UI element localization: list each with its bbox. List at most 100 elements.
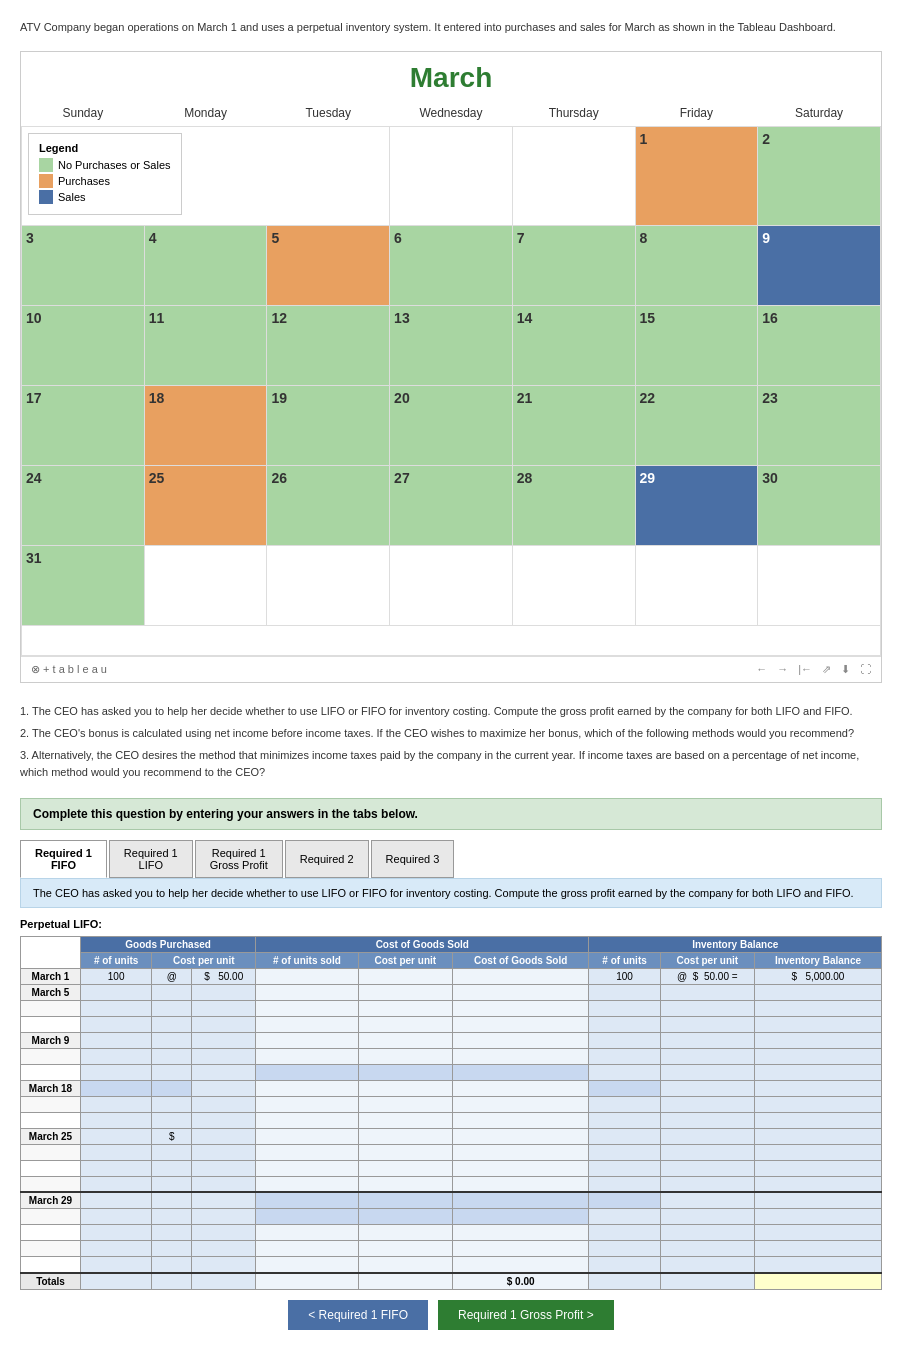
totals-cpu[interactable] — [358, 1273, 452, 1290]
input-m5-2-cpu[interactable] — [358, 1000, 452, 1016]
nav-next-button[interactable]: Required 1 Gross Profit > — [438, 1300, 614, 1330]
input-m29-4-cpu[interactable] — [358, 1241, 452, 1257]
input-m29-1-iu[interactable] — [589, 1192, 660, 1209]
input-m29-5-units[interactable] — [81, 1257, 152, 1273]
input-m25-2-ib[interactable] — [754, 1144, 881, 1160]
input-m18-1-ib[interactable] — [754, 1080, 881, 1096]
input-m25-3-cost[interactable] — [192, 1160, 256, 1176]
input-m18-2-iu[interactable] — [589, 1096, 660, 1112]
input-m18-2-ic[interactable] — [660, 1096, 754, 1112]
input-m29-2-ic[interactable] — [660, 1209, 754, 1225]
input-m29-2-ib[interactable] — [754, 1209, 881, 1225]
input-m18-3-ic[interactable] — [660, 1112, 754, 1128]
input-m25-1-iu[interactable] — [589, 1128, 660, 1144]
input-m18-3-us[interactable] — [256, 1112, 358, 1128]
input-m25-4-cogs[interactable] — [452, 1176, 589, 1192]
input-m18-3-cogs[interactable] — [452, 1112, 589, 1128]
input-m5-3-cpu[interactable] — [358, 1016, 452, 1032]
input-m25-2-us[interactable] — [256, 1144, 358, 1160]
tab-required1-gross-profit[interactable]: Required 1Gross Profit — [195, 840, 283, 878]
input-m25-1-ic[interactable] — [660, 1128, 754, 1144]
input-m18-2-cost[interactable] — [192, 1096, 256, 1112]
input-m9-3-cpu[interactable] — [358, 1064, 452, 1080]
nav-prev-button[interactable]: < Required 1 FIFO — [288, 1300, 428, 1330]
input-m9-2-us[interactable] — [256, 1048, 358, 1064]
input-m29-4-ic[interactable] — [660, 1241, 754, 1257]
input-m9-3-cost[interactable] — [192, 1064, 256, 1080]
input-m29-1-cost[interactable] — [192, 1192, 256, 1209]
input-m29-3-ic[interactable] — [660, 1225, 754, 1241]
input-m25-4-us[interactable] — [256, 1176, 358, 1192]
input-m5-1-ib[interactable] — [754, 984, 881, 1000]
input-m5-3-ib[interactable] — [754, 1016, 881, 1032]
input-m9-2-cpu[interactable] — [358, 1048, 452, 1064]
input-m9-1-cogs[interactable] — [452, 1032, 589, 1048]
tab-required1-fifo[interactable]: Required 1FIFO — [20, 840, 107, 878]
input-m29-5-ib[interactable] — [754, 1257, 881, 1273]
input-m9-1-units[interactable] — [81, 1032, 152, 1048]
input-m9-2-cost[interactable] — [192, 1048, 256, 1064]
input-march1-cost[interactable]: $ 50.00 — [192, 968, 256, 984]
input-m18-2-cogs[interactable] — [452, 1096, 589, 1112]
input-m25-1-units[interactable] — [81, 1128, 152, 1144]
input-m9-1-us[interactable] — [256, 1032, 358, 1048]
input-m5-1-ic[interactable] — [660, 984, 754, 1000]
input-march1-cost2[interactable] — [358, 968, 452, 984]
input-m5-3-cost[interactable] — [192, 1016, 256, 1032]
nav-forward-icon[interactable]: → — [777, 663, 788, 676]
input-m5-2-ib[interactable] — [754, 1000, 881, 1016]
input-m9-3-cogs[interactable] — [452, 1064, 589, 1080]
input-m29-3-us[interactable] — [256, 1225, 358, 1241]
input-m18-1-iu[interactable] — [589, 1080, 660, 1096]
nav-download-icon[interactable]: ⬇ — [841, 663, 850, 676]
input-m29-2-cost[interactable] — [192, 1209, 256, 1225]
input-m18-2-units[interactable] — [81, 1096, 152, 1112]
input-m29-1-cpu[interactable] — [358, 1192, 452, 1209]
input-march1-cogs[interactable] — [452, 968, 589, 984]
nav-fullscreen-icon[interactable]: ⛶ — [860, 663, 871, 676]
input-m25-2-units[interactable] — [81, 1144, 152, 1160]
tab-required2[interactable]: Required 2 — [285, 840, 369, 878]
input-m9-2-ic[interactable] — [660, 1048, 754, 1064]
totals-cogs[interactable]: $ 0.00 — [452, 1273, 589, 1290]
input-m9-3-us[interactable] — [256, 1064, 358, 1080]
input-m9-1-ic[interactable] — [660, 1032, 754, 1048]
input-m18-1-us[interactable] — [256, 1080, 358, 1096]
input-m29-2-units[interactable] — [81, 1209, 152, 1225]
input-m18-3-units[interactable] — [81, 1112, 152, 1128]
input-m25-1-cost[interactable] — [192, 1128, 256, 1144]
nav-first-icon[interactable]: |← — [798, 663, 812, 676]
input-m9-2-ib[interactable] — [754, 1048, 881, 1064]
nav-share-icon[interactable]: ⇗ — [822, 663, 831, 676]
input-m5-1-units[interactable] — [81, 984, 152, 1000]
input-m25-2-iu[interactable] — [589, 1144, 660, 1160]
input-m29-4-units[interactable] — [81, 1241, 152, 1257]
input-m5-3-cogs[interactable] — [452, 1016, 589, 1032]
input-m18-1-units[interactable] — [81, 1080, 152, 1096]
input-m5-2-us[interactable] — [256, 1000, 358, 1016]
input-m9-1-cost[interactable] — [192, 1032, 256, 1048]
input-m29-3-cogs[interactable] — [452, 1225, 589, 1241]
input-m18-2-ib[interactable] — [754, 1096, 881, 1112]
input-m25-4-units[interactable] — [81, 1176, 152, 1192]
totals-inv-balance[interactable] — [754, 1273, 881, 1290]
input-m29-5-cpu[interactable] — [358, 1257, 452, 1273]
input-m5-1-cogs[interactable] — [452, 984, 589, 1000]
tabs-row[interactable]: Required 1FIFO Required 1LIFO Required 1… — [20, 840, 882, 878]
input-m5-1-us[interactable] — [256, 984, 358, 1000]
input-m29-5-ic[interactable] — [660, 1257, 754, 1273]
input-m29-1-ib[interactable] — [754, 1192, 881, 1209]
input-m9-3-units[interactable] — [81, 1064, 152, 1080]
nav-back-icon[interactable]: ← — [756, 663, 767, 676]
input-m18-1-cpu[interactable] — [358, 1080, 452, 1096]
input-m9-3-ic[interactable] — [660, 1064, 754, 1080]
input-m25-4-ib[interactable] — [754, 1176, 881, 1192]
input-m29-2-cogs[interactable] — [452, 1209, 589, 1225]
input-m5-2-ic[interactable] — [660, 1000, 754, 1016]
input-m9-2-cogs[interactable] — [452, 1048, 589, 1064]
input-m25-3-cogs[interactable] — [452, 1160, 589, 1176]
tableau-nav[interactable]: ← → |← ⇗ ⬇ ⛶ — [756, 663, 871, 676]
input-m29-3-units[interactable] — [81, 1225, 152, 1241]
input-m25-4-cpu[interactable] — [358, 1176, 452, 1192]
input-m5-3-ic[interactable] — [660, 1016, 754, 1032]
